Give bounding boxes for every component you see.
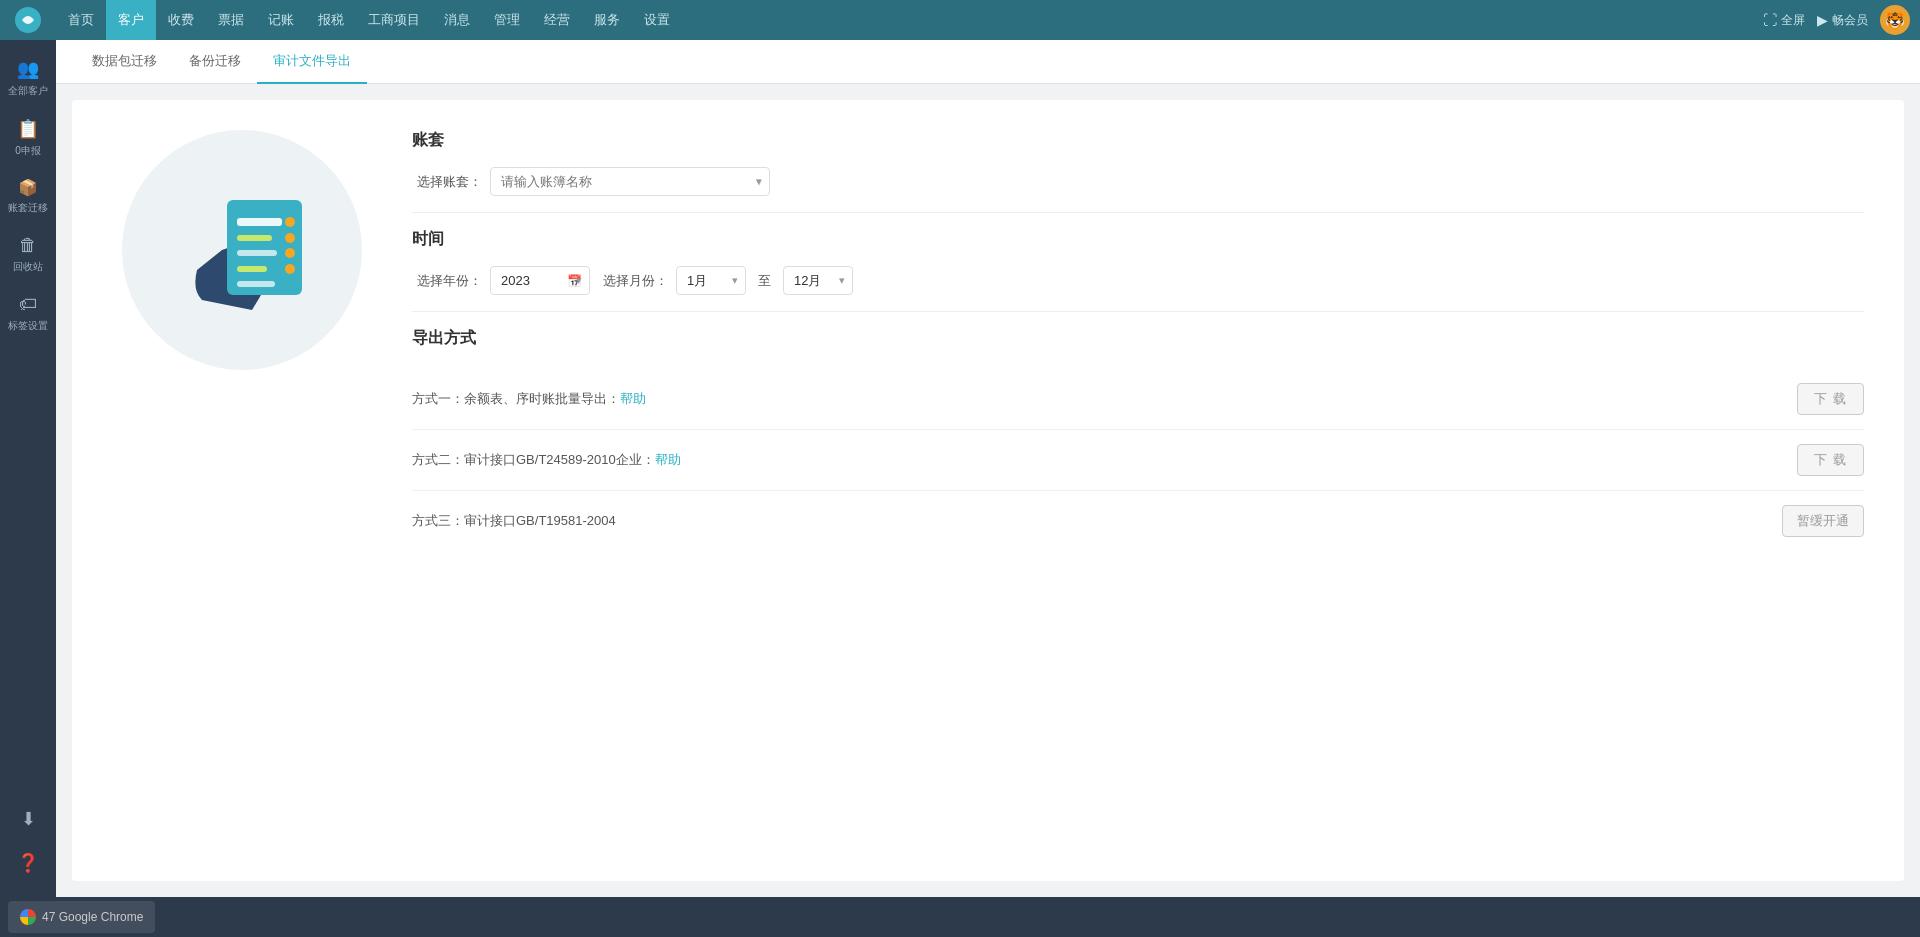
- account-label: 选择账套：: [412, 173, 482, 191]
- year-select-wrapper: 📅: [490, 266, 590, 295]
- sidebar-item-label: 0申报: [15, 144, 41, 158]
- svg-rect-4: [237, 250, 277, 256]
- month-end-select[interactable]: 1月2月3月 4月5月6月 7月8月9月 10月11月 12月: [783, 266, 853, 295]
- svg-point-7: [285, 217, 295, 227]
- main-layout: 👥 全部客户 📋 0申报 📦 账套迁移 🗑 回收站 🏷 标签设置 ⬇ ❓ 数据包…: [0, 40, 1920, 897]
- export-section: 方式一：余额表、序时账批量导出：帮助 下 载 方式二：审计接口GB/T24589…: [412, 369, 1864, 551]
- account-input[interactable]: [490, 167, 770, 196]
- sidebar-item-label: 账套迁移: [8, 201, 48, 215]
- method3-coming-soon-button[interactable]: 暂缓开通: [1782, 505, 1864, 537]
- sidebar-item-label: 标签设置: [8, 319, 48, 333]
- fullscreen-icon: ⛶: [1763, 12, 1777, 28]
- recycle-icon: 🗑: [19, 235, 37, 256]
- member-button[interactable]: ▶ 畅会员: [1817, 12, 1868, 29]
- illustration-circle: [122, 130, 362, 370]
- page-content: 账套 选择账套： ▾ 时间 选择年份：: [72, 100, 1904, 881]
- sidebar-item-tag-settings[interactable]: 🏷 标签设置: [2, 286, 54, 341]
- document-illustration: [172, 170, 312, 330]
- method2-help-link[interactable]: 帮助: [655, 452, 681, 467]
- chrome-icon: [20, 909, 36, 925]
- sidebar-item-label: 回收站: [13, 260, 43, 274]
- member-label: 畅会员: [1832, 12, 1868, 29]
- svg-point-8: [285, 233, 295, 243]
- month-start-select[interactable]: 1月2月3月 4月5月6月 7月8月9月 10月11月12月: [676, 266, 746, 295]
- time-row: 选择年份： 📅 选择月份： 1月2月3月 4月5月6月 7月8月9月 10月11: [412, 266, 1864, 295]
- zero-declare-icon: 📋: [17, 118, 39, 140]
- tab-bar: 数据包迁移 备份迁移 审计文件导出: [56, 40, 1920, 84]
- sidebar-item-all-clients[interactable]: 👥 全部客户: [2, 50, 54, 106]
- tab-backup-migrate[interactable]: 备份迁移: [173, 40, 257, 84]
- divider-2: [412, 311, 1864, 312]
- user-avatar[interactable]: 🐯: [1880, 5, 1910, 35]
- nav-service[interactable]: 服务: [582, 0, 632, 40]
- month-end-wrapper: 1月2月3月 4月5月6月 7月8月9月 10月11月 12月: [783, 266, 853, 295]
- nav-invoice[interactable]: 票据: [206, 0, 256, 40]
- nav-bookkeeping[interactable]: 记账: [256, 0, 306, 40]
- account-select-wrapper: ▾: [490, 167, 770, 196]
- taskbar: 47 Google Chrome: [0, 897, 1920, 937]
- nav-message[interactable]: 消息: [432, 0, 482, 40]
- method1-download-button[interactable]: 下 载: [1797, 383, 1864, 415]
- method2-download-button[interactable]: 下 载: [1797, 444, 1864, 476]
- top-navigation: 首页 客户 收费 票据 记账 报税 工商项目 消息 管理 经营 服务 设置 ⛶ …: [0, 0, 1920, 40]
- nav-business[interactable]: 工商项目: [356, 0, 432, 40]
- nav-home[interactable]: 首页: [56, 0, 106, 40]
- sidebar-help-icon[interactable]: ❓: [10, 845, 46, 881]
- export-method-2: 方式二：审计接口GB/T24589-2010企业：帮助 下 载: [412, 430, 1864, 491]
- nav-billing[interactable]: 收费: [156, 0, 206, 40]
- method2-text: 方式二：审计接口GB/T24589-2010企业：帮助: [412, 451, 681, 469]
- fullscreen-label: 全屏: [1781, 12, 1805, 29]
- month-label: 选择月份：: [598, 272, 668, 290]
- sidebar-item-account-migrate[interactable]: 📦 账套迁移: [2, 170, 54, 223]
- divider-1: [412, 212, 1864, 213]
- svg-rect-3: [237, 235, 272, 241]
- nav-settings[interactable]: 设置: [632, 0, 682, 40]
- svg-point-10: [285, 264, 295, 274]
- svg-rect-1: [227, 200, 302, 295]
- nav-manage[interactable]: 管理: [482, 0, 532, 40]
- year-label: 选择年份：: [412, 272, 482, 290]
- export-method-1: 方式一：余额表、序时账批量导出：帮助 下 载: [412, 369, 1864, 430]
- all-clients-icon: 👥: [17, 58, 39, 80]
- sidebar: 👥 全部客户 📋 0申报 📦 账套迁移 🗑 回收站 🏷 标签设置 ⬇ ❓: [0, 40, 56, 897]
- svg-point-9: [285, 248, 295, 258]
- to-text: 至: [754, 272, 775, 290]
- sidebar-download-icon[interactable]: ⬇: [10, 801, 46, 837]
- app-logo: [10, 2, 46, 38]
- svg-rect-2: [237, 218, 282, 226]
- nav-tax[interactable]: 报税: [306, 0, 356, 40]
- taskbar-chrome-label: 47 Google Chrome: [42, 910, 143, 924]
- sidebar-item-label: 全部客户: [8, 84, 48, 98]
- form-container: 账套 选择账套： ▾ 时间 选择年份：: [112, 130, 1864, 551]
- sidebar-bottom: ⬇ ❓: [10, 801, 46, 897]
- nav-business2[interactable]: 经营: [532, 0, 582, 40]
- account-section-title: 账套: [412, 130, 1864, 151]
- year-input[interactable]: [490, 266, 590, 295]
- taskbar-chrome[interactable]: 47 Google Chrome: [8, 901, 155, 933]
- export-section-title: 导出方式: [412, 328, 1864, 349]
- method1-text: 方式一：余额表、序时账批量导出：帮助: [412, 390, 646, 408]
- sidebar-item-zero-declare[interactable]: 📋 0申报: [2, 110, 54, 166]
- member-icon: ▶: [1817, 12, 1828, 28]
- time-section-title: 时间: [412, 229, 1864, 250]
- tab-audit-export[interactable]: 审计文件导出: [257, 40, 367, 84]
- method3-text: 方式三：审计接口GB/T19581-2004: [412, 512, 616, 530]
- nav-client[interactable]: 客户: [106, 0, 156, 40]
- method1-help-link[interactable]: 帮助: [620, 391, 646, 406]
- nav-right-area: ⛶ 全屏 ▶ 畅会员 🐯: [1763, 5, 1910, 35]
- svg-rect-6: [237, 281, 275, 287]
- account-row: 选择账套： ▾: [412, 167, 1864, 196]
- tag-icon: 🏷: [19, 294, 37, 315]
- month-start-wrapper: 1月2月3月 4月5月6月 7月8月9月 10月11月12月: [676, 266, 746, 295]
- illustration-area: [112, 130, 372, 370]
- form-area: 账套 选择账套： ▾ 时间 选择年份：: [412, 130, 1864, 551]
- fullscreen-button[interactable]: ⛶ 全屏: [1763, 12, 1805, 29]
- sidebar-item-recycle[interactable]: 🗑 回收站: [2, 227, 54, 282]
- nav-menu: 首页 客户 收费 票据 记账 报税 工商项目 消息 管理 经营 服务 设置: [56, 0, 1763, 40]
- svg-rect-5: [237, 266, 267, 272]
- account-migrate-icon: 📦: [18, 178, 38, 197]
- export-method-3: 方式三：审计接口GB/T19581-2004 暂缓开通: [412, 491, 1864, 551]
- tab-data-migrate[interactable]: 数据包迁移: [76, 40, 173, 84]
- content-area: 数据包迁移 备份迁移 审计文件导出: [56, 40, 1920, 897]
